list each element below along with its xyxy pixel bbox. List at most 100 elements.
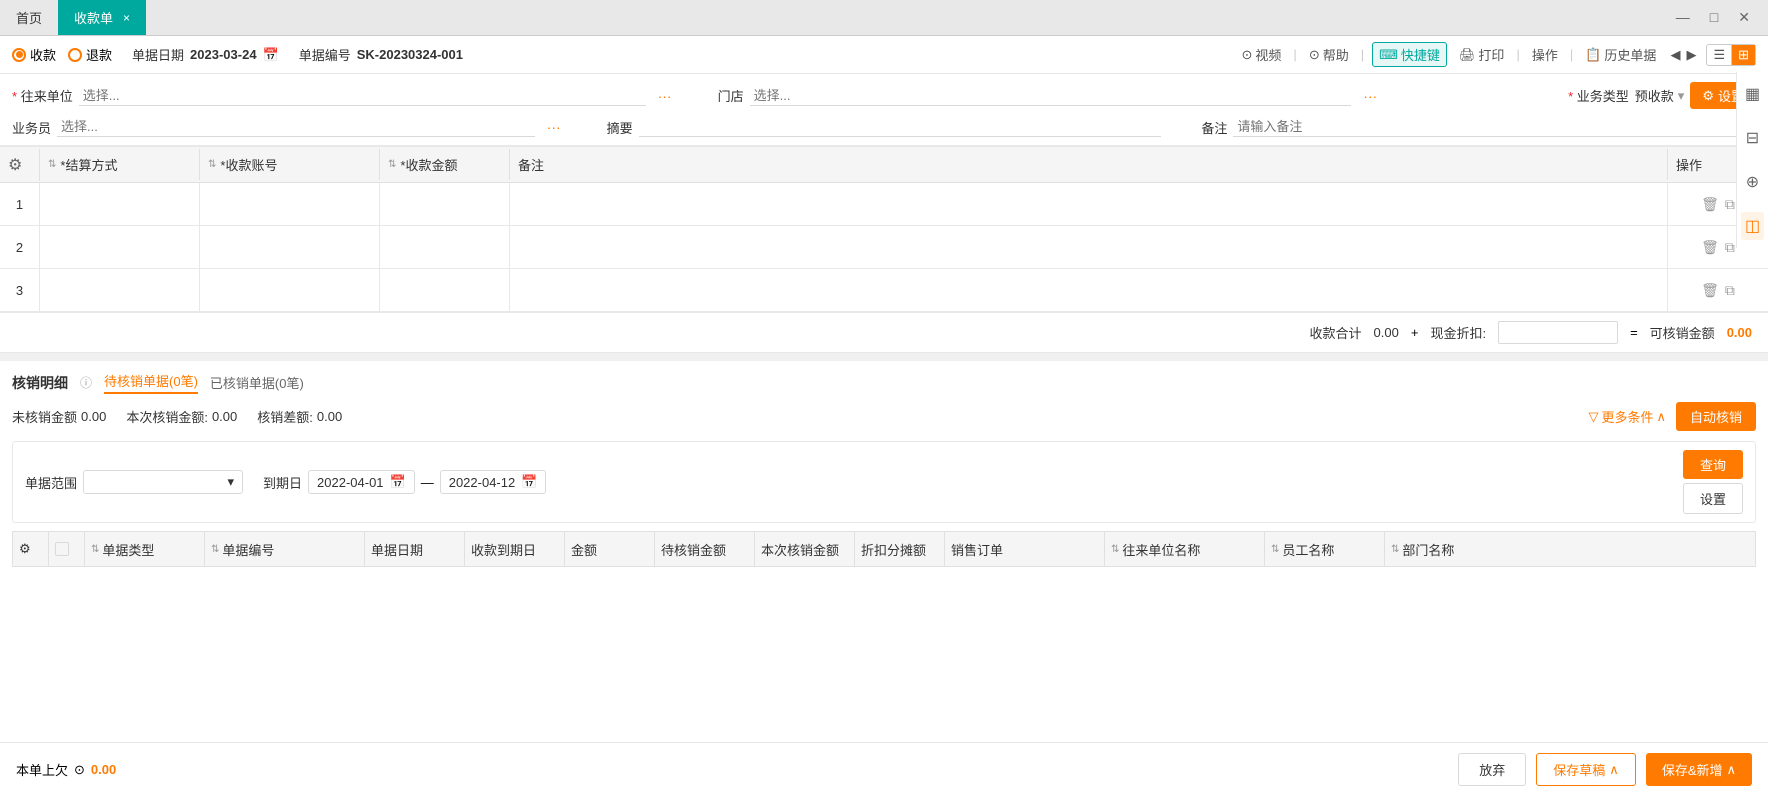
tab-home[interactable]: 首页 <box>0 0 58 35</box>
info-icon[interactable]: ⓘ <box>80 374 92 391</box>
td-row-2-amount[interactable] <box>380 226 510 268</box>
td-row-2-account[interactable] <box>200 226 380 268</box>
shortcut-btn[interactable]: ⌨ 快捷键 <box>1372 42 1447 67</box>
save-new-button[interactable]: 保存&新增 ∧ <box>1646 753 1752 786</box>
delete-icon-row1[interactable]: 🗑 <box>1701 196 1719 213</box>
number-value: SK-20230324-001 <box>357 47 463 62</box>
bth-discount: 折扣分摊额 <box>855 532 945 566</box>
store-input[interactable] <box>750 86 1352 106</box>
more-conditions-btn[interactable]: ▽ 更多条件 ∧ <box>1588 407 1666 426</box>
store-more-btn[interactable]: ··· <box>1357 88 1383 104</box>
counterpart-input[interactable] <box>79 86 646 106</box>
td-row-1-amount[interactable] <box>380 183 510 225</box>
refund-radio[interactable]: 退款 <box>68 45 112 64</box>
video-btn[interactable]: ⊙ 视频 <box>1238 43 1286 66</box>
th-amount: ⇅ *收款金额 <box>380 149 510 180</box>
panel-list-icon[interactable]: ⊟ <box>1742 124 1763 152</box>
business-type-select[interactable]: 预收款 ▾ <box>1635 86 1685 105</box>
save-draft-button[interactable]: 保存草稿 ∧ <box>1536 753 1636 786</box>
staff-more-btn[interactable]: ··· <box>541 119 567 135</box>
date-from-input[interactable]: 2022-04-01 📅 <box>308 470 415 494</box>
summary-input[interactable] <box>639 117 1162 137</box>
delete-icon-row3[interactable]: 🗑 <box>1701 282 1719 299</box>
next-arrow[interactable]: ▶ <box>1684 45 1698 65</box>
date-to-input[interactable]: 2022-04-12 📅 <box>440 470 547 494</box>
history-icon: 📋 <box>1585 47 1601 63</box>
done-tab[interactable]: 已核销单据(0笔) <box>210 373 304 392</box>
bth-gear[interactable]: ⚙ <box>13 532 49 566</box>
select-arrow-icon: ▾ <box>1678 88 1685 104</box>
panel-attach-icon[interactable]: ⊕ <box>1742 168 1763 196</box>
window-close-button[interactable]: ✕ <box>1732 7 1756 28</box>
bth-pending: 待核销金额 <box>655 532 755 566</box>
receipt-radio[interactable]: 收款 <box>12 45 56 64</box>
copy-icon-row3[interactable]: ⧉ <box>1725 282 1735 299</box>
layout-list-btn[interactable]: ☰ <box>1707 45 1732 65</box>
td-row-3-account[interactable] <box>200 269 380 311</box>
date-to-value: 2022-04-12 <box>449 475 516 490</box>
range-select[interactable]: ▾ <box>83 470 243 494</box>
stats-row: 未核销金额 0.00 本次核销金额: 0.00 核销差额: 0.00 ▽ 更多条… <box>12 402 1756 431</box>
table-row: 3 🗑 ⧉ <box>0 269 1768 312</box>
store-field: 门店 ··· <box>718 86 1384 106</box>
bottom-right: 放弃 保存草稿 ∧ 保存&新增 ∧ <box>1458 753 1752 786</box>
business-type-field: * 业务类型 预收款 ▾ ⚙ 设置 <box>1423 82 1756 109</box>
dash-label: — <box>421 475 434 490</box>
tab-receipt[interactable]: 收款单 × <box>58 0 146 35</box>
note-label: 备注 <box>1201 118 1227 137</box>
td-row-2-note[interactable] <box>510 226 1668 268</box>
due-date-label: 到期日 <box>263 473 302 492</box>
copy-icon-row1[interactable]: ⧉ <box>1725 196 1735 213</box>
tab-close-icon[interactable]: × <box>123 11 130 25</box>
bth-due-date: 收款到期日 <box>465 532 565 566</box>
refund-radio-circle <box>68 48 82 62</box>
delete-icon-row2[interactable]: 🗑 <box>1701 239 1719 256</box>
sep2: | <box>1361 47 1364 62</box>
window-max-button[interactable]: □ <box>1704 7 1724 28</box>
number-field: 单据编号 SK-20230324-001 <box>299 45 463 64</box>
td-row-3-note[interactable] <box>510 269 1668 311</box>
prev-arrow[interactable]: ◀ <box>1668 45 1682 65</box>
tab-receipt-label: 收款单 <box>74 8 113 27</box>
td-row-3-settlement[interactable] <box>40 269 200 311</box>
print-icon: 🖨 <box>1459 47 1476 63</box>
auto-verify-button[interactable]: 自动核销 <box>1676 402 1756 431</box>
range-select-arrow: ▾ <box>227 474 234 490</box>
filter-settings-button[interactable]: 设置 <box>1683 483 1743 514</box>
calendar-icon[interactable]: 📅 <box>263 47 279 63</box>
td-row-1-account[interactable] <box>200 183 380 225</box>
td-row-3-amount[interactable] <box>380 269 510 311</box>
sum-value: 0.00 <box>1374 325 1399 340</box>
sep3: | <box>1516 47 1519 62</box>
td-row-1-settlement[interactable] <box>40 183 200 225</box>
discount-input[interactable] <box>1498 321 1618 344</box>
panel-table-icon[interactable]: ▦ <box>1741 80 1764 108</box>
note-input[interactable] <box>1233 117 1756 137</box>
abandon-button[interactable]: 放弃 <box>1458 753 1526 786</box>
td-row-2-settlement[interactable] <box>40 226 200 268</box>
th-note: 备注 <box>510 149 1668 180</box>
counterpart-more-btn[interactable]: ··· <box>652 88 678 104</box>
bottom-footer: 本单上欠 ⊙ 0.00 放弃 保存草稿 ∧ 保存&新增 ∧ <box>0 742 1768 796</box>
operation-btn[interactable]: 操作 <box>1528 43 1562 66</box>
help-btn[interactable]: ⊙ 帮助 <box>1305 43 1353 66</box>
panel-expand-icon[interactable]: ◫ <box>1741 212 1764 240</box>
info-circle-icon[interactable]: ⊙ <box>74 762 85 778</box>
window-min-button[interactable]: — <box>1670 7 1696 28</box>
history-btn[interactable]: 📋 历史单据 <box>1581 43 1660 66</box>
table-settings-icon[interactable]: ⚙ <box>8 155 22 175</box>
bth-bill-date: 单据日期 <box>365 532 465 566</box>
td-row-1-note[interactable] <box>510 183 1668 225</box>
layout-grid-btn[interactable]: ⊞ <box>1732 45 1755 65</box>
td-row-2-num: 2 <box>0 226 40 268</box>
pending-tab[interactable]: 待核销单据(0笔) <box>104 371 198 394</box>
query-button[interactable]: 查询 <box>1683 450 1743 479</box>
print-btn[interactable]: 🖨 打印 <box>1455 43 1509 66</box>
copy-icon-row2[interactable]: ⧉ <box>1725 239 1735 256</box>
select-all-checkbox[interactable] <box>55 542 69 556</box>
due-date-filter: 到期日 2022-04-01 📅 — 2022-04-12 📅 <box>263 470 546 494</box>
td-row-3-num: 3 <box>0 269 40 311</box>
note-field: 备注 <box>1201 117 1756 137</box>
bth-checkbox <box>49 532 85 566</box>
staff-input[interactable] <box>57 117 535 137</box>
